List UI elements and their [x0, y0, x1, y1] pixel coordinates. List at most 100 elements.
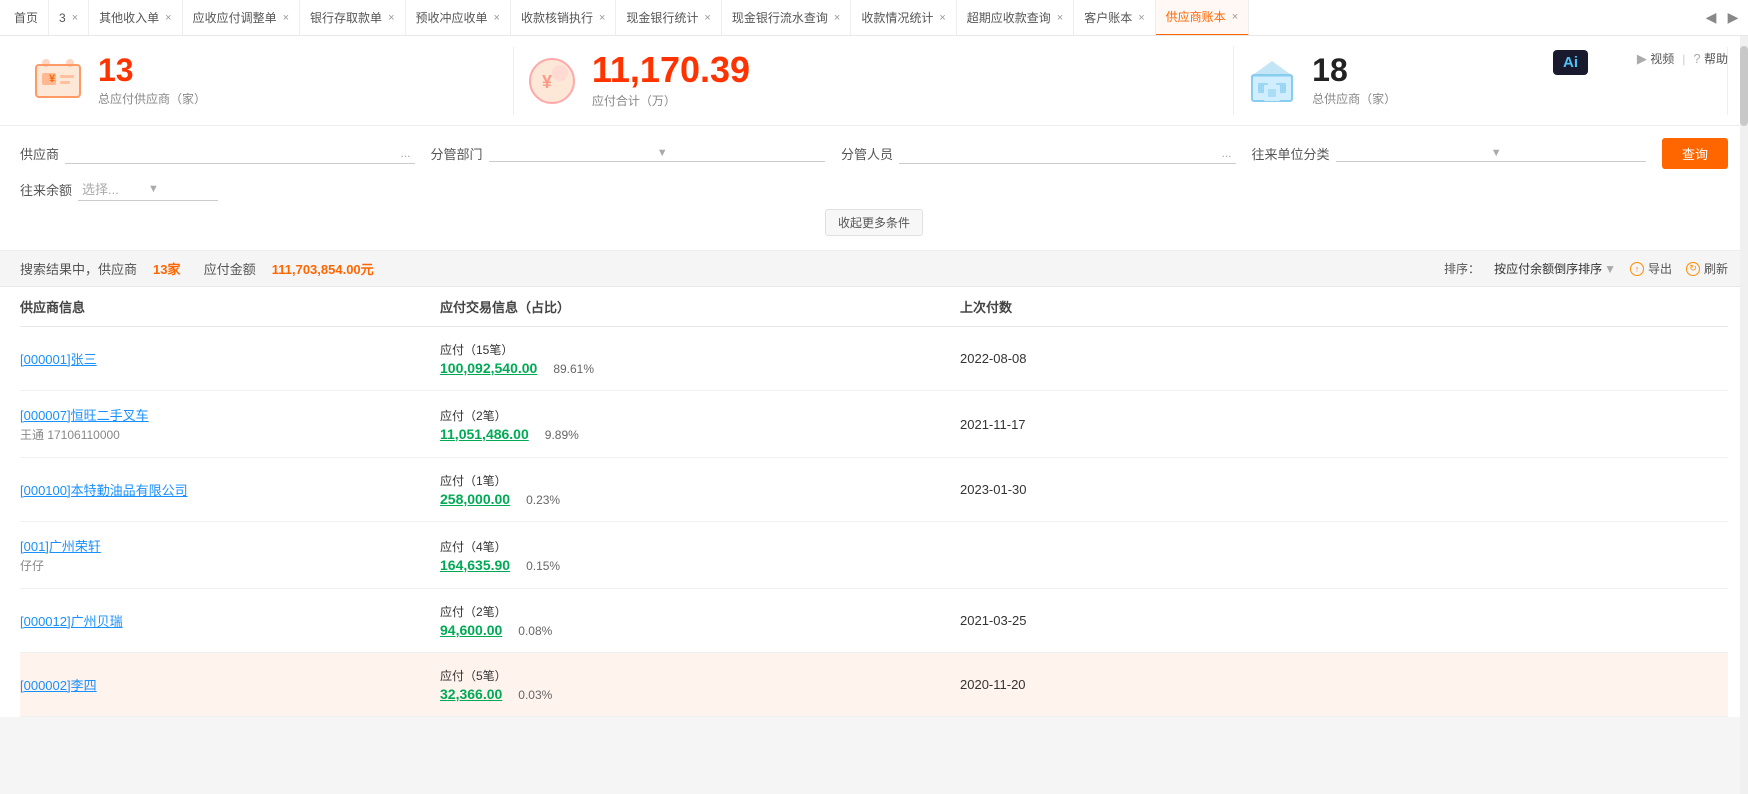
nav-next-button[interactable]: ▶ [1722, 0, 1744, 36]
nav-tab-adjust[interactable]: 应收应付调整单 × [183, 0, 300, 36]
supplier-link-3[interactable]: [001]广州荣轩 [20, 536, 440, 555]
filter-row-2: 往来余额 选择... ▼ [20, 177, 1728, 201]
supplier-link-0[interactable]: [000001]张三 [20, 349, 440, 368]
trans-row-3: 164,635.90 0.15% [440, 555, 960, 573]
lastpay-2: 2023-01-30 [960, 482, 1728, 497]
amount-label: 应付金额 [204, 262, 256, 277]
nav-tab-home-label: 首页 [14, 9, 38, 26]
nav-prev-button[interactable]: ◀ [1700, 0, 1722, 36]
help-link[interactable]: ? 帮助 [1693, 50, 1728, 67]
stat-number-total: 11,170.39 [592, 52, 750, 88]
trans-amount-2[interactable]: 258,000.00 [440, 491, 510, 507]
lastpay-date-2: 2023-01-30 [960, 482, 1027, 497]
nav-tab-customer[interactable]: 客户账本 × [1074, 0, 1155, 36]
svg-text:¥: ¥ [49, 73, 56, 85]
supplier-link-2[interactable]: [000100]本特勤油品有限公司 [20, 480, 440, 499]
lastpay-date-0: 2022-08-08 [960, 351, 1027, 366]
trans-amount-4[interactable]: 94,600.00 [440, 622, 502, 638]
divider: | [1682, 52, 1685, 66]
nav-tab-cashflow[interactable]: 现金银行流水查询 × [722, 0, 851, 36]
nav-tab-supplier-label: 供应商账本 [1166, 8, 1226, 25]
nav-tab-bank-close[interactable]: × [388, 12, 394, 24]
nav-tab-bank[interactable]: 银行存取款单 × [300, 0, 405, 36]
refresh-label: 刷新 [1704, 260, 1728, 277]
trans-label-3: 应付（4笔） [440, 538, 960, 555]
nav-tab-3[interactable]: 3 × [49, 0, 89, 36]
filter-supplier: 供应商 ... [20, 144, 415, 164]
lastpay-5: 2020-11-20 [960, 677, 1728, 692]
supplier-link-1[interactable]: [000007]恒旺二手叉车 [20, 405, 440, 424]
nav-tab-receivable-close[interactable]: × [599, 12, 605, 24]
nav-tab-income-close[interactable]: × [165, 12, 171, 24]
filter-category: 往来单位分类 ▼ [1252, 144, 1647, 163]
nav-tab-adjust-close[interactable]: × [283, 12, 289, 24]
refresh-action[interactable]: ↻ 刷新 [1686, 260, 1728, 277]
stat-content-payable: 13 总应付供应商（家） [98, 54, 206, 107]
nav-tab-recvstat-close[interactable]: × [939, 12, 945, 24]
top-nav: 首页 3 × 其他收入单 × 应收应付调整单 × 银行存取款单 × 预收冲应收单… [0, 0, 1748, 36]
nav-tab-prepay[interactable]: 预收冲应收单 × [406, 0, 511, 36]
person-input-wrap[interactable]: ... [899, 144, 1235, 164]
col-header-supplier: 供应商信息 [20, 297, 440, 316]
lastpay-4: 2021-03-25 [960, 613, 1728, 628]
supplier-link-4[interactable]: [000012]广州贝瑞 [20, 611, 440, 630]
nav-tab-3-close[interactable]: × [72, 12, 78, 24]
stat-label-allsup: 总供应商（家） [1312, 90, 1396, 107]
nav-tab-income[interactable]: 其他收入单 × [89, 0, 182, 36]
trans-label-2: 应付（1笔） [440, 472, 960, 489]
supplier-dots[interactable]: ... [400, 146, 410, 160]
nav-tab-overdue-label: 超期应收款查询 [967, 9, 1051, 26]
filter-area: 供应商 ... 分管部门 ▼ 分管人员 ... 往来单位分类 ▼ [0, 126, 1748, 251]
supplier-input-wrap[interactable]: ... [65, 144, 414, 164]
query-button[interactable]: 查询 [1662, 138, 1728, 169]
transaction-info-4: 应付（2笔） 94,600.00 0.08% [440, 603, 960, 638]
table-row: [000002]李四 应付（5笔） 32,366.00 0.03% 2020-1… [20, 653, 1728, 717]
trans-amount-5[interactable]: 32,366.00 [440, 686, 502, 702]
balance-select-wrap[interactable]: 选择... ▼ [78, 177, 218, 201]
trans-pct-1: 9.89% [545, 428, 579, 442]
nav-tab-prepay-close[interactable]: × [494, 12, 500, 24]
export-action[interactable]: ↑ 导出 [1630, 260, 1672, 277]
trans-amount-3[interactable]: 164,635.90 [440, 557, 510, 573]
supplier-input[interactable] [69, 146, 400, 161]
video-link[interactable]: ▶ 视频 [1637, 50, 1674, 67]
stat-block-payable-suppliers: ¥ 13 总应付供应商（家） [20, 47, 514, 115]
trans-amount-0[interactable]: 100,092,540.00 [440, 360, 537, 376]
col-header-transaction: 应付交易信息（占比） [440, 297, 960, 316]
nav-tab-income-label: 其他收入单 [99, 9, 159, 26]
supplier-link-5[interactable]: [000002]李四 [20, 675, 440, 694]
balance-label: 往来余额 [20, 180, 72, 199]
person-input[interactable] [903, 146, 1221, 161]
nav-tab-supplier-close[interactable]: × [1232, 11, 1238, 23]
trans-row-5: 32,366.00 0.03% [440, 684, 960, 702]
svg-text:¥: ¥ [542, 72, 552, 92]
trans-pct-2: 0.23% [526, 493, 560, 507]
nav-tab-customer-close[interactable]: × [1138, 12, 1144, 24]
nav-tab-home[interactable]: 首页 [4, 0, 49, 36]
nav-tab-overdue[interactable]: 超期应收款查询 × [957, 0, 1074, 36]
stat-number-allsup: 18 [1312, 54, 1396, 86]
category-select-wrap[interactable]: ▼ [1336, 145, 1646, 162]
scroll-thumb[interactable] [1740, 46, 1748, 126]
trans-amount-1[interactable]: 11,051,486.00 [440, 426, 529, 442]
sort-select[interactable]: 按应付余额倒序排序 ▼ [1494, 260, 1616, 277]
category-arrow-icon: ▼ [1491, 147, 1642, 159]
dept-select-wrap[interactable]: ▼ [489, 145, 825, 162]
scroll-track[interactable] [1740, 36, 1748, 794]
trans-label-0: 应付（15笔） [440, 341, 960, 358]
nav-tab-bank-label: 银行存取款单 [310, 9, 382, 26]
stats-bar: ¥ 13 总应付供应商（家） ¥ 11,170.39 应付合计（万） [0, 36, 1748, 126]
nav-tab-cashflow-close[interactable]: × [834, 12, 840, 24]
nav-tab-cashstat-close[interactable]: × [704, 12, 710, 24]
ai-badge[interactable]: Ai [1553, 50, 1588, 75]
nav-tab-cashstat[interactable]: 现金银行统计 × [616, 0, 721, 36]
dept-label: 分管部门 [431, 144, 483, 163]
nav-tab-receivable[interactable]: 收款核销执行 × [511, 0, 616, 36]
person-dots[interactable]: ... [1221, 146, 1231, 160]
lastpay-date-4: 2021-03-25 [960, 613, 1027, 628]
nav-tab-recvstat[interactable]: 收款情况统计 × [851, 0, 956, 36]
nav-tab-supplier[interactable]: 供应商账本 × [1156, 0, 1249, 36]
nav-tab-overdue-close[interactable]: × [1057, 12, 1063, 24]
collapse-button[interactable]: 收起更多条件 [825, 209, 923, 236]
dept-arrow-icon: ▼ [657, 147, 821, 159]
